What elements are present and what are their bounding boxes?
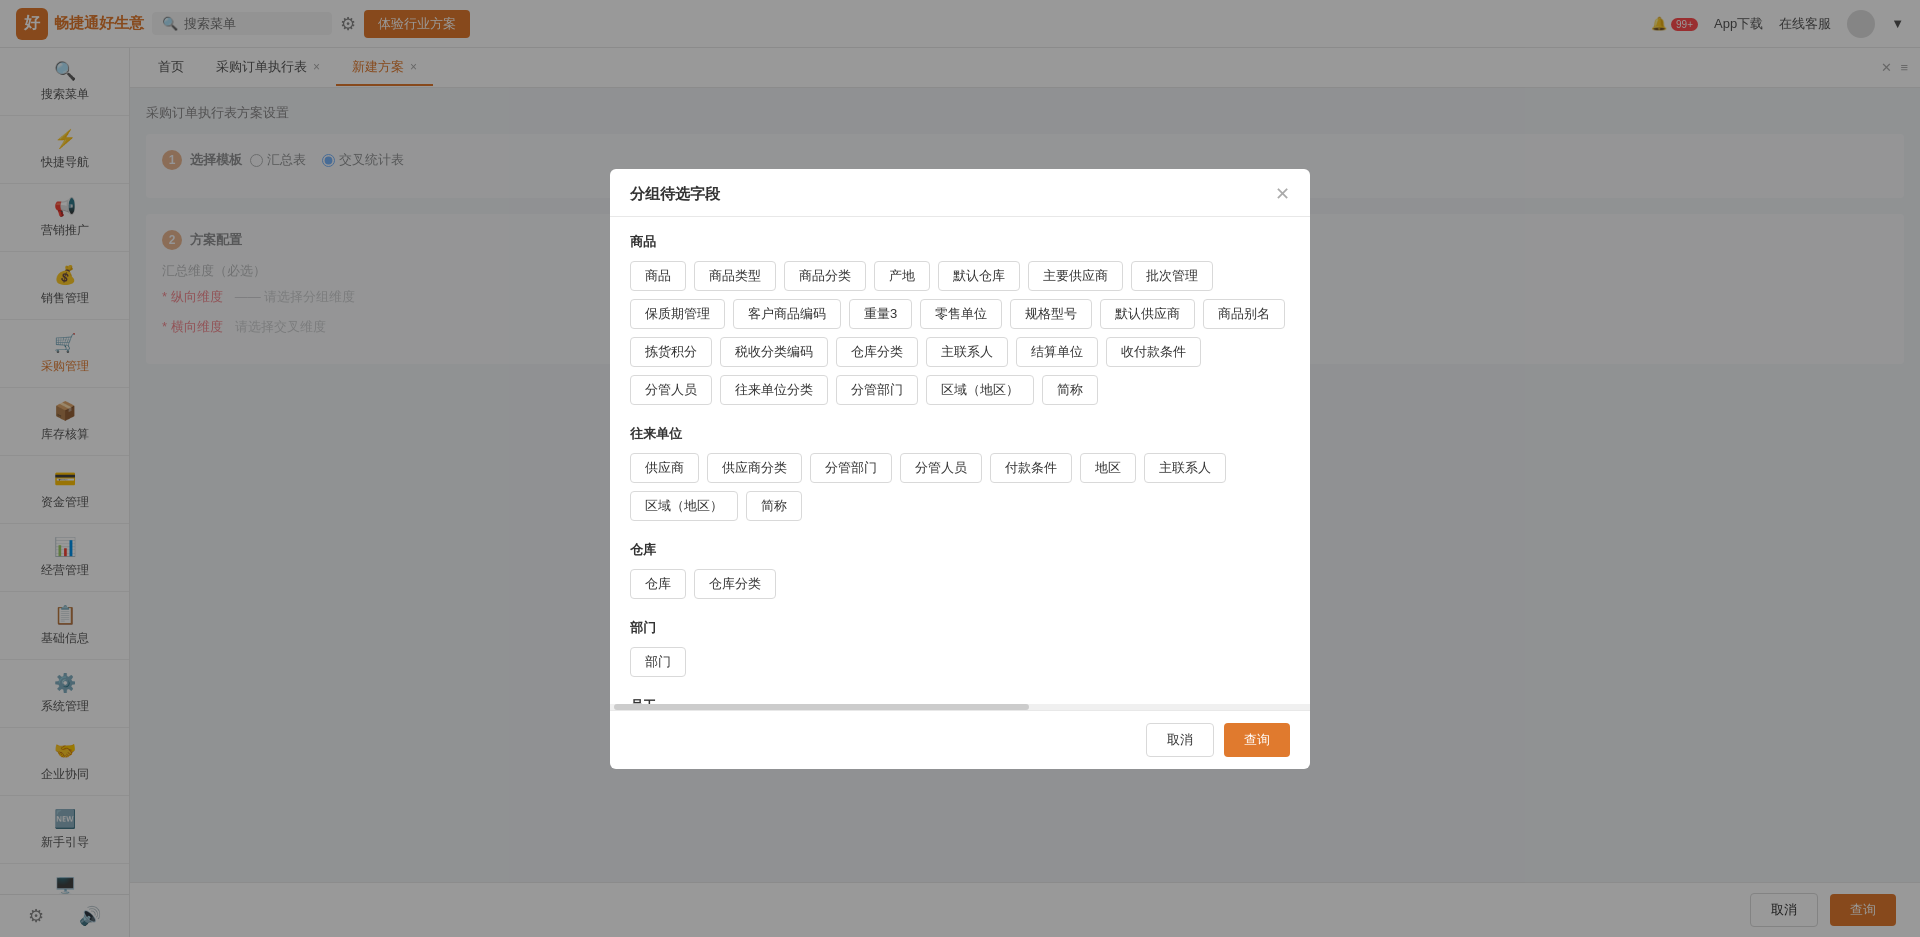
section-employee-title: 员工	[630, 697, 1290, 704]
field-tag-settlement-unit[interactable]: 结算单位	[1016, 337, 1098, 367]
field-tag-supplier-category[interactable]: 供应商分类	[707, 453, 802, 483]
field-tag-tax-code[interactable]: 税收分类编码	[720, 337, 828, 367]
field-tag-counterpart-short[interactable]: 简称	[746, 491, 802, 521]
field-tag-supervisor[interactable]: 分管人员	[630, 375, 712, 405]
department-field-tags: 部门	[630, 647, 1290, 677]
field-tag-short-name[interactable]: 简称	[1042, 375, 1098, 405]
modal-body[interactable]: 商品 商品 商品类型 商品分类 产地 默认仓库 主要供应商 批次管理 保质期管理…	[610, 217, 1310, 704]
warehouse-field-tags: 仓库 仓库分类	[630, 569, 1290, 599]
field-tag-shelf-life[interactable]: 保质期管理	[630, 299, 725, 329]
section-department: 部门 部门	[630, 619, 1290, 677]
section-counterpart-title: 往来单位	[630, 425, 1290, 443]
product-field-tags: 商品 商品类型 商品分类 产地 默认仓库 主要供应商 批次管理 保质期管理 客户…	[630, 261, 1290, 405]
modal-overlay[interactable]: 分组待选字段 ✕ 商品 商品 商品类型 商品分类 产地 默认仓库 主要供应商 批…	[0, 0, 1920, 937]
field-tag-product-type[interactable]: 商品类型	[694, 261, 776, 291]
section-department-title: 部门	[630, 619, 1290, 637]
field-tag-product[interactable]: 商品	[630, 261, 686, 291]
modal-close-button[interactable]: ✕	[1275, 185, 1290, 203]
field-tag-default-warehouse[interactable]: 默认仓库	[938, 261, 1020, 291]
confirm-button[interactable]: 查询	[1224, 723, 1290, 757]
field-tag-payment-condition[interactable]: 付款条件	[990, 453, 1072, 483]
field-tag-batch-mgmt[interactable]: 批次管理	[1131, 261, 1213, 291]
field-tag-warehouse[interactable]: 仓库	[630, 569, 686, 599]
field-tag-customer-code[interactable]: 客户商品编码	[733, 299, 841, 329]
modal-header: 分组待选字段 ✕	[610, 169, 1310, 217]
field-tag-counterpart-contact[interactable]: 主联系人	[1144, 453, 1226, 483]
field-tag-payment-terms[interactable]: 收付款条件	[1106, 337, 1201, 367]
field-tag-main-contact[interactable]: 主联系人	[926, 337, 1008, 367]
section-employee: 员工 业务员	[630, 697, 1290, 704]
modal-footer: 取消 查询	[610, 710, 1310, 769]
field-tag-default-supplier[interactable]: 默认供应商	[1100, 299, 1195, 329]
field-tag-warehouse-type[interactable]: 仓库分类	[694, 569, 776, 599]
field-tag-supplier[interactable]: 供应商	[630, 453, 699, 483]
field-tag-pick-points[interactable]: 拣货积分	[630, 337, 712, 367]
field-selection-modal: 分组待选字段 ✕ 商品 商品 商品类型 商品分类 产地 默认仓库 主要供应商 批…	[610, 169, 1310, 769]
field-tag-counterpart-category[interactable]: 往来单位分类	[720, 375, 828, 405]
field-tag-dept[interactable]: 分管部门	[836, 375, 918, 405]
field-tag-warehouse-category[interactable]: 仓库分类	[836, 337, 918, 367]
section-product: 商品 商品 商品类型 商品分类 产地 默认仓库 主要供应商 批次管理 保质期管理…	[630, 233, 1290, 405]
field-tag-area[interactable]: 地区	[1080, 453, 1136, 483]
field-tag-weight[interactable]: 重量3	[849, 299, 912, 329]
counterpart-field-tags: 供应商 供应商分类 分管部门 分管人员 付款条件 地区 主联系人 区域（地区） …	[630, 453, 1290, 521]
cancel-button[interactable]: 取消	[1146, 723, 1214, 757]
field-tag-product-category[interactable]: 商品分类	[784, 261, 866, 291]
field-tag-spec-model[interactable]: 规格型号	[1010, 299, 1092, 329]
field-tag-department[interactable]: 部门	[630, 647, 686, 677]
section-warehouse: 仓库 仓库 仓库分类	[630, 541, 1290, 599]
field-tag-region[interactable]: 区域（地区）	[926, 375, 1034, 405]
section-warehouse-title: 仓库	[630, 541, 1290, 559]
section-product-title: 商品	[630, 233, 1290, 251]
field-tag-counterpart-dept[interactable]: 分管部门	[810, 453, 892, 483]
field-tag-counterpart-supervisor[interactable]: 分管人员	[900, 453, 982, 483]
field-tag-counterpart-region[interactable]: 区域（地区）	[630, 491, 738, 521]
field-tag-main-supplier[interactable]: 主要供应商	[1028, 261, 1123, 291]
section-counterpart: 往来单位 供应商 供应商分类 分管部门 分管人员 付款条件 地区 主联系人 区域…	[630, 425, 1290, 521]
field-tag-retail-unit[interactable]: 零售单位	[920, 299, 1002, 329]
field-tag-origin[interactable]: 产地	[874, 261, 930, 291]
modal-title: 分组待选字段	[630, 185, 720, 204]
field-tag-product-alias[interactable]: 商品别名	[1203, 299, 1285, 329]
